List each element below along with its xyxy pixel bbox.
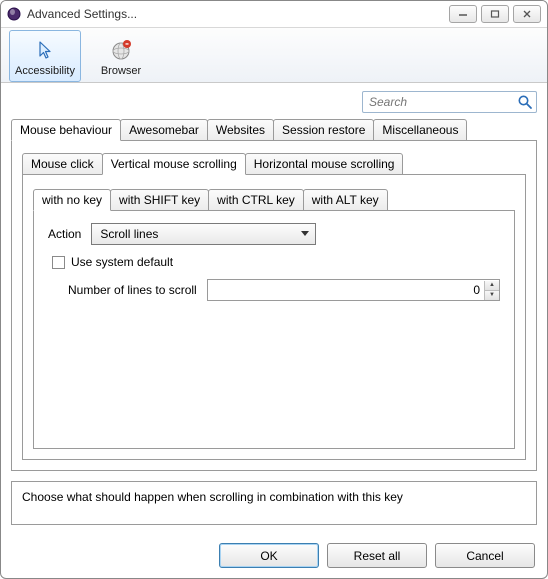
key-tabpanel: Action Scroll lines Use system default N… — [33, 210, 515, 449]
sub-tabstrip: Mouse click Vertical mouse scrolling Hor… — [22, 153, 526, 175]
window-title: Advanced Settings... — [27, 7, 449, 21]
spinner: ▲ ▼ — [484, 281, 499, 300]
app-icon — [7, 7, 21, 21]
toolbar-accessibility-label: Accessibility — [15, 65, 75, 77]
use-system-default-label: Use system default — [71, 255, 173, 269]
spin-up-button[interactable]: ▲ — [485, 281, 499, 291]
tab-websites[interactable]: Websites — [207, 119, 274, 141]
footer: OK Reset all Cancel — [1, 533, 547, 578]
search-box — [362, 91, 537, 113]
toolbar-browser-label: Browser — [101, 65, 141, 77]
use-system-default-checkbox[interactable] — [52, 256, 65, 269]
action-value: Scroll lines — [100, 227, 158, 241]
cancel-button[interactable]: Cancel — [435, 543, 535, 568]
tab-session-restore[interactable]: Session restore — [273, 119, 374, 141]
cursor-icon — [32, 37, 58, 63]
action-combobox[interactable]: Scroll lines — [91, 223, 316, 245]
search-input[interactable] — [362, 91, 537, 113]
window: Advanced Settings... Accessibility Brows… — [0, 0, 548, 579]
main-tabpanel: Mouse click Vertical mouse scrolling Hor… — [11, 140, 537, 471]
main-tabstrip: Mouse behaviour Awesomebar Websites Sess… — [11, 119, 537, 141]
tab-miscellaneous[interactable]: Miscellaneous — [373, 119, 467, 141]
content-area: Mouse behaviour Awesomebar Websites Sess… — [1, 83, 547, 533]
num-lines-label: Number of lines to scroll — [68, 283, 197, 297]
toolbar-browser[interactable]: Browser — [85, 30, 157, 82]
toolbar: Accessibility Browser — [1, 28, 547, 83]
tab-vertical-scrolling[interactable]: Vertical mouse scrolling — [102, 153, 246, 175]
toolbar-accessibility[interactable]: Accessibility — [9, 30, 81, 82]
tab-mouse-behaviour[interactable]: Mouse behaviour — [11, 119, 121, 141]
search-icon[interactable] — [517, 94, 533, 113]
globe-icon — [108, 37, 134, 63]
tab-no-key[interactable]: with no key — [33, 189, 111, 211]
description-box: Choose what should happen when scrolling… — [11, 481, 537, 525]
sub-tabpanel: with no key with SHIFT key with CTRL key… — [22, 174, 526, 460]
ok-button[interactable]: OK — [219, 543, 319, 568]
close-button[interactable] — [513, 5, 541, 23]
tab-horizontal-scrolling[interactable]: Horizontal mouse scrolling — [245, 153, 404, 175]
maximize-button[interactable] — [481, 5, 509, 23]
num-lines-value: 0 — [208, 283, 484, 297]
action-label: Action — [48, 227, 81, 241]
spin-down-button[interactable]: ▼ — [485, 291, 499, 300]
minimize-button[interactable] — [449, 5, 477, 23]
reset-all-button[interactable]: Reset all — [327, 543, 427, 568]
tab-shift-key[interactable]: with SHIFT key — [110, 189, 209, 211]
tab-awesomebar[interactable]: Awesomebar — [120, 119, 208, 141]
description-text: Choose what should happen when scrolling… — [22, 490, 403, 504]
chevron-down-icon — [301, 231, 309, 236]
window-controls — [449, 5, 541, 23]
tab-ctrl-key[interactable]: with CTRL key — [208, 189, 304, 211]
tab-alt-key[interactable]: with ALT key — [303, 189, 388, 211]
num-lines-input[interactable]: 0 ▲ ▼ — [207, 279, 500, 301]
titlebar: Advanced Settings... — [1, 1, 547, 28]
tab-mouse-click[interactable]: Mouse click — [22, 153, 103, 175]
key-tabstrip: with no key with SHIFT key with CTRL key… — [33, 189, 515, 211]
